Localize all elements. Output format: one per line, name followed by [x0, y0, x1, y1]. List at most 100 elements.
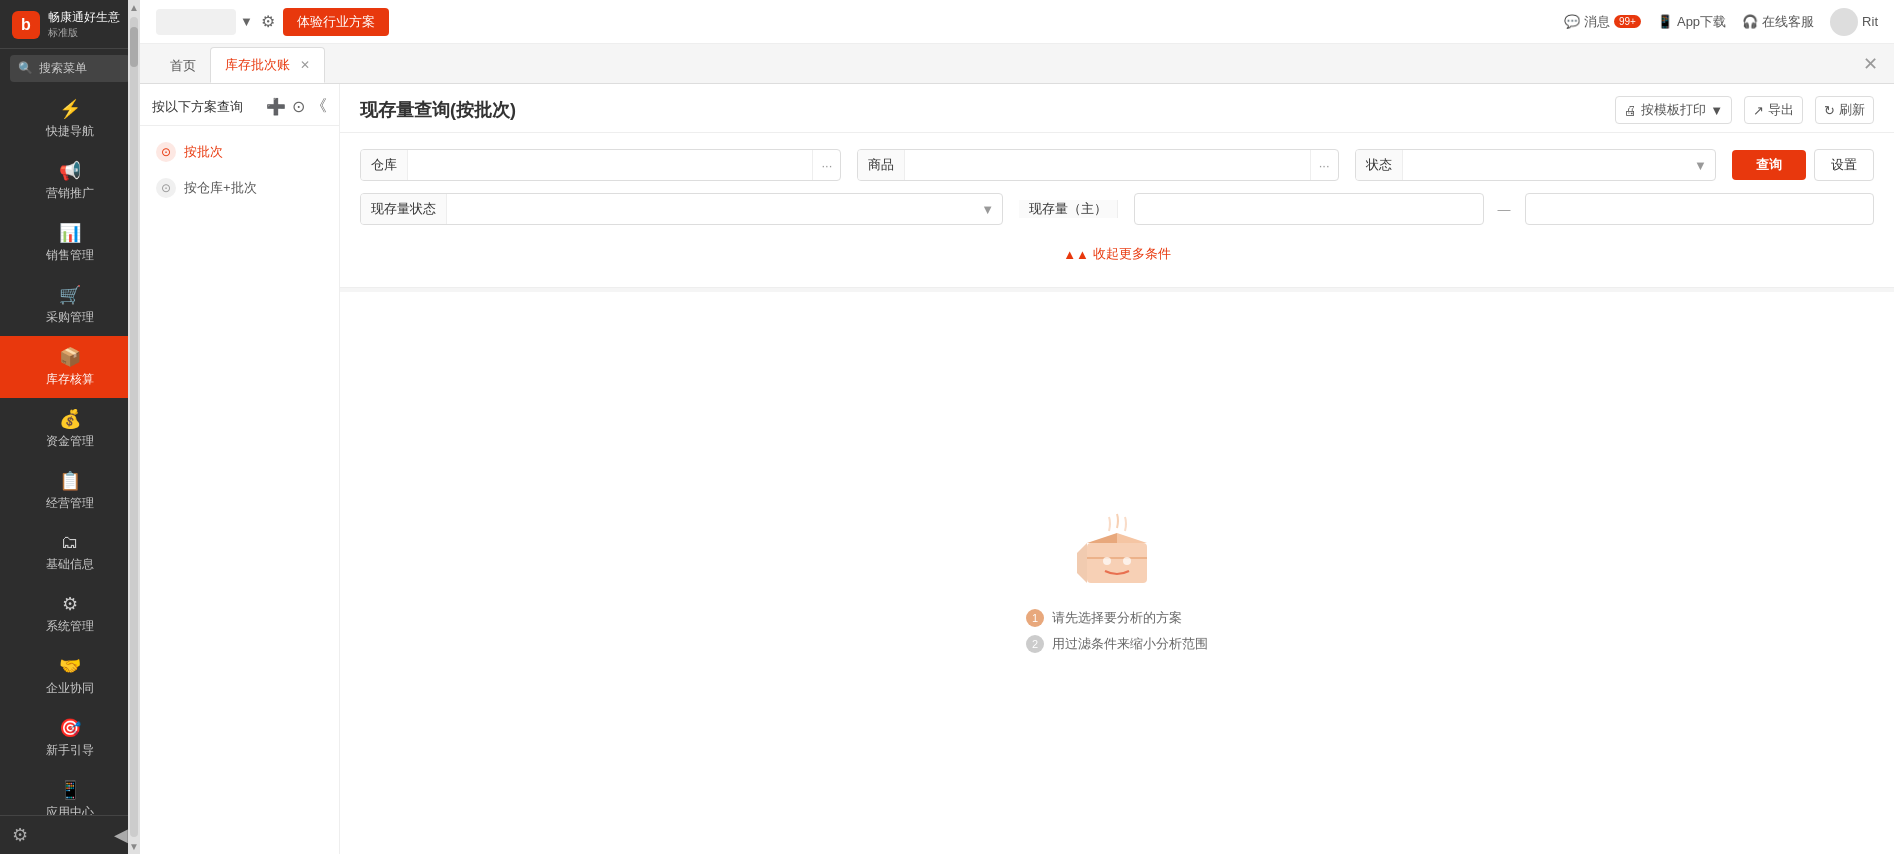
shortcut-icon: ⚡: [59, 98, 81, 120]
sidebar-item-apps[interactable]: 📱 应用中心: [0, 769, 140, 815]
empty-tip-2: 2 用过滤条件来缩小分析范围: [1026, 635, 1208, 653]
search-menu[interactable]: 🔍 搜索菜单: [10, 55, 130, 82]
filter-settings-icon[interactable]: ⊙: [292, 97, 305, 116]
messages-label: 消息: [1584, 13, 1610, 31]
close-all-tabs-icon[interactable]: ✕: [1863, 53, 1878, 75]
print-template-btn[interactable]: 🖨 按模板打印 ▼: [1615, 96, 1732, 124]
export-btn[interactable]: ↗ 导出: [1744, 96, 1803, 124]
tab-close-icon[interactable]: ✕: [300, 58, 310, 72]
sidebar-item-newbie[interactable]: 🎯 新手引导: [0, 707, 140, 769]
query-btn[interactable]: 查询: [1732, 150, 1806, 180]
sidebar-item-label: 采购管理: [46, 309, 94, 326]
sidebar-item-label: 经营管理: [46, 495, 94, 512]
topbar-search-input[interactable]: [156, 9, 236, 35]
collapse-conditions[interactable]: ▲▲ 收起更多条件: [360, 237, 1874, 271]
avatar: [1830, 8, 1858, 36]
scroll-up-arrow[interactable]: ▲: [127, 0, 141, 15]
tab-home[interactable]: 首页: [156, 49, 210, 83]
table-area: 1 请先选择要分析的方案 2 用过滤条件来缩小分析范围: [340, 292, 1894, 854]
support-icon: 🎧: [1742, 14, 1758, 29]
online-support-item[interactable]: 🎧 在线客服: [1742, 13, 1814, 31]
product-input[interactable]: [905, 158, 1309, 173]
svg-point-6: [1123, 557, 1131, 565]
sidebar-item-label: 资金管理: [46, 433, 94, 450]
messages-badge: 99+: [1614, 15, 1641, 28]
filter-add-icon[interactable]: ➕: [266, 97, 286, 116]
experience-btn[interactable]: 体验行业方案: [283, 8, 389, 36]
brand-info: 畅康通好生意 标准版: [48, 10, 120, 40]
sidebar-item-purchase[interactable]: 🛒 采购管理: [0, 274, 140, 336]
tab-inventory-label: 库存批次账: [225, 56, 290, 74]
collapse-icon: ▲▲: [1063, 247, 1089, 262]
messages-item[interactable]: 💬 消息 99+: [1564, 13, 1641, 31]
sidebar-item-label: 应用中心: [46, 804, 94, 815]
collapse-label: 收起更多条件: [1093, 245, 1171, 263]
main-area: ▼ ⚙ 体验行业方案 💬 消息 99+ 📱 App下载 🎧 在线客服 Rit: [140, 0, 1894, 854]
warehouse-more-icon[interactable]: ···: [812, 150, 840, 180]
refresh-btn[interactable]: ↻ 刷新: [1815, 96, 1874, 124]
warehouse-field: 仓库 ···: [360, 149, 841, 181]
purchase-icon: 🛒: [59, 284, 81, 306]
sidebar-item-marketing[interactable]: 📢 营销推广: [0, 150, 140, 212]
collapse-sidebar-icon[interactable]: ◀: [114, 824, 128, 846]
filter-item-icon-warehouse: ⊙: [156, 178, 176, 198]
filter-collapse-icon[interactable]: 《: [311, 96, 327, 117]
sidebar-item-label: 营销推广: [46, 185, 94, 202]
filter-item-by-warehouse-batch[interactable]: ⊙ 按仓库+批次: [140, 170, 339, 206]
print-dropdown-icon[interactable]: ▼: [1710, 103, 1723, 118]
tip-num-1: 1: [1026, 609, 1044, 627]
sidebar-item-operation[interactable]: 📋 经营管理: [0, 460, 140, 522]
filter-item-by-batch[interactable]: ⊙ 按批次: [140, 134, 339, 170]
sidebar-item-label: 快捷导航: [46, 123, 94, 140]
status-arrow-icon[interactable]: ▼: [1686, 150, 1715, 180]
stock-amount-max-input[interactable]: [1525, 193, 1874, 225]
topbar-dropdown-icon[interactable]: ▼: [240, 14, 253, 29]
tip-num-2: 2: [1026, 635, 1044, 653]
newbie-icon: 🎯: [59, 717, 81, 739]
enterprise-icon: 🤝: [59, 655, 81, 677]
sidebar-item-label: 销售管理: [46, 247, 94, 264]
sidebar-item-label: 基础信息: [46, 556, 94, 573]
sidebar-item-inventory[interactable]: 📦 库存核算: [0, 336, 140, 398]
filter-items: ⊙ 按批次 ⊙ 按仓库+批次: [140, 126, 339, 214]
sidebar-item-system[interactable]: ⚙ 系统管理: [0, 583, 140, 645]
tip-text-1: 请先选择要分析的方案: [1052, 609, 1182, 627]
query-actions: 查询 设置: [1732, 149, 1874, 181]
sidebar-item-label: 库存核算: [46, 371, 94, 388]
sidebar-item-sales[interactable]: 📊 销售管理: [0, 212, 140, 274]
filter-panel-title: 按以下方案查询: [152, 98, 243, 116]
scroll-down-arrow[interactable]: ▼: [127, 839, 141, 854]
filter-panel-header: 按以下方案查询 ➕ ⊙ 《: [140, 96, 339, 126]
status-label: 状态: [1356, 150, 1403, 180]
username: Rit: [1862, 14, 1878, 29]
online-support-label: 在线客服: [1762, 13, 1814, 31]
topbar-gear-icon[interactable]: ⚙: [261, 12, 275, 31]
sidebar-item-basic[interactable]: 🗂 基础信息: [0, 522, 140, 583]
sidebar-item-shortcut[interactable]: ⚡ 快捷导航: [0, 88, 140, 150]
warehouse-input[interactable]: [408, 158, 812, 173]
tab-inventory-batch[interactable]: 库存批次账 ✕: [210, 47, 325, 83]
stock-status-input[interactable]: [447, 202, 973, 217]
settings-bottom-icon[interactable]: ⚙: [12, 824, 28, 846]
scroll-track: [130, 17, 138, 837]
stock-status-arrow[interactable]: ▼: [973, 194, 1002, 224]
sidebar-scrollbar[interactable]: ▲ ▼: [128, 0, 140, 854]
topbar: ▼ ⚙ 体验行业方案 💬 消息 99+ 📱 App下载 🎧 在线客服 Rit: [140, 0, 1894, 44]
sidebar-item-finance[interactable]: 💰 资金管理: [0, 398, 140, 460]
app-download-icon: 📱: [1657, 14, 1673, 29]
app-download-item[interactable]: 📱 App下载: [1657, 13, 1726, 31]
sidebar-header: b 畅康通好生意 标准版: [0, 0, 140, 49]
sales-icon: 📊: [59, 222, 81, 244]
stock-status-label: 现存量状态: [361, 194, 447, 224]
user-area[interactable]: Rit: [1830, 8, 1878, 36]
brand-name: 畅康通好生意: [48, 10, 120, 26]
sidebar-item-enterprise[interactable]: 🤝 企业协同: [0, 645, 140, 707]
stock-amount-min-input[interactable]: [1134, 193, 1483, 225]
sidebar: b 畅康通好生意 标准版 🔍 搜索菜单 ⚡ 快捷导航 📢 营销推广 📊 销售管理…: [0, 0, 140, 854]
print-icon: 🖨: [1624, 103, 1637, 118]
empty-tips: 1 请先选择要分析的方案 2 用过滤条件来缩小分析范围: [1026, 609, 1208, 653]
settings-btn[interactable]: 设置: [1814, 149, 1874, 181]
product-more-icon[interactable]: ···: [1310, 150, 1338, 180]
status-input[interactable]: [1403, 158, 1687, 173]
warehouse-label: 仓库: [361, 150, 408, 180]
